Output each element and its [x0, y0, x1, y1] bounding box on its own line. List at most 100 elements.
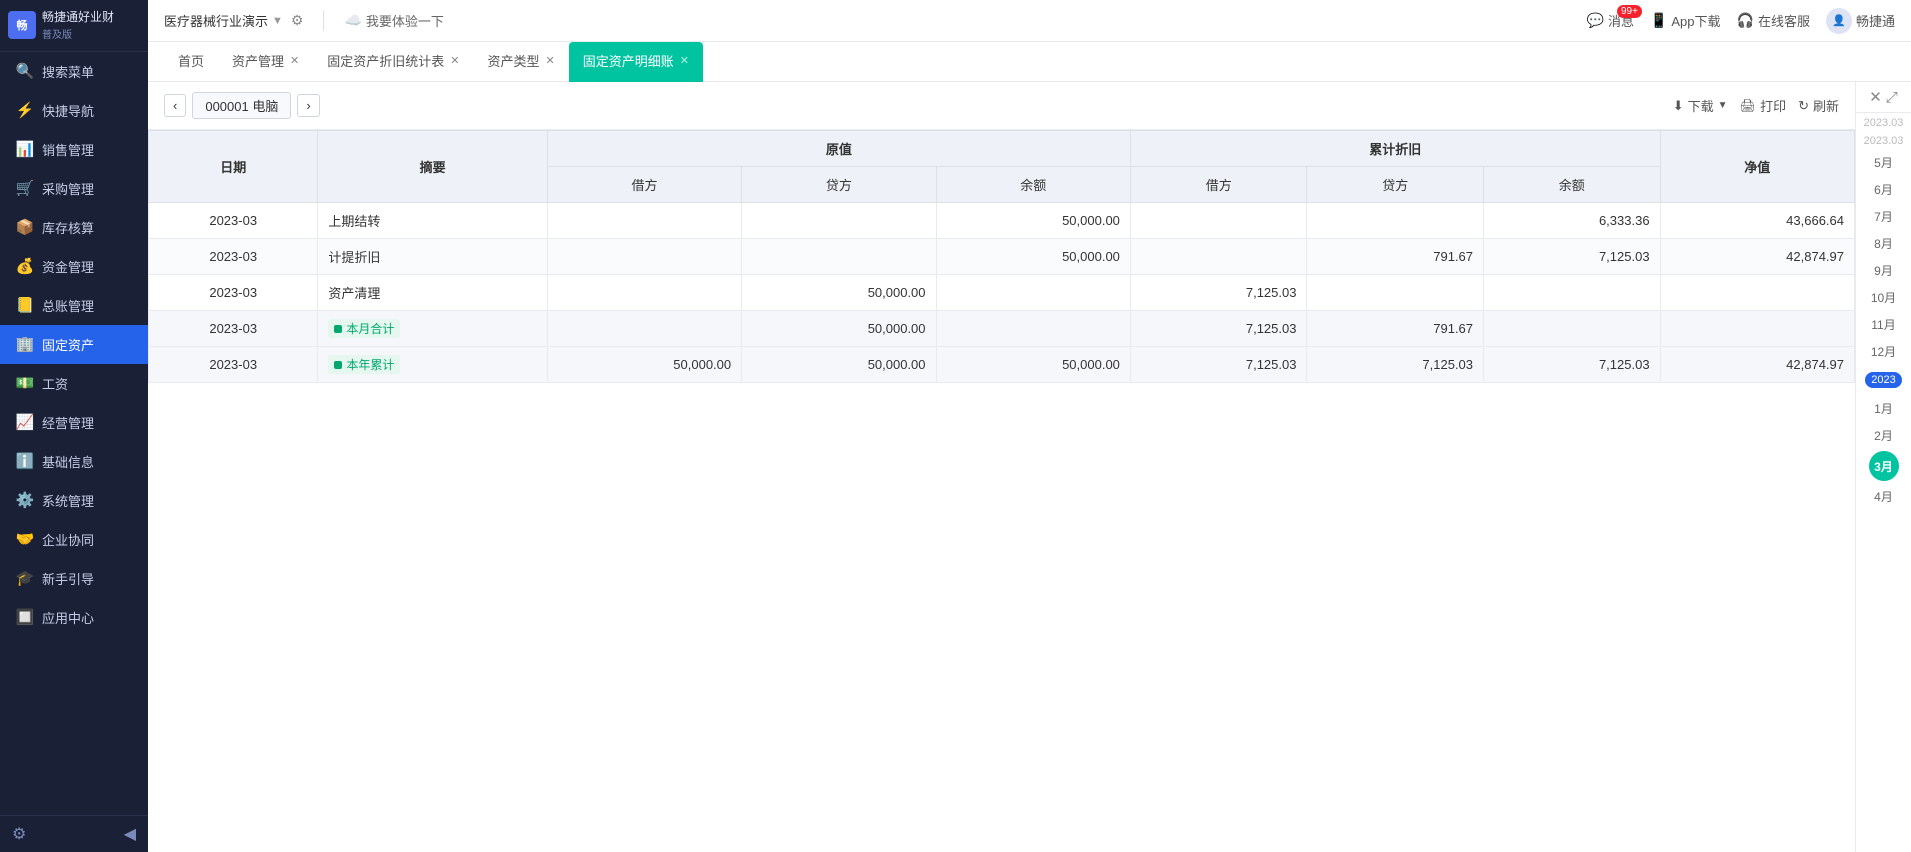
sidebar-item-funds[interactable]: 💰 资金管理 — [0, 247, 148, 286]
sidebar-item-bizmanage[interactable]: 📈 经营管理 — [0, 403, 148, 442]
table-row[interactable]: 2023-03 本年累计 50,000.00 50,000.00 50,000.… — [149, 347, 1855, 383]
tab-asset-type[interactable]: 资产类型 ✕ — [473, 42, 568, 82]
sidebar-item-quicknav[interactable]: ⚡ 快捷导航 — [0, 91, 148, 130]
td-accum-credit: 7,125.03 — [1307, 347, 1484, 383]
td-orig-credit: 50,000.00 — [742, 275, 936, 311]
purchase-icon: 🛒 — [16, 179, 34, 197]
ledger-table: 日期 摘要 原值 累计折旧 净值 借方 贷方 余额 借方 贷方 余额 — [148, 130, 1855, 383]
timeline-year-label-2: 2023.03 — [1856, 131, 1911, 149]
topbar-divider — [323, 11, 324, 31]
timeline-month-item[interactable]: 1月 — [1869, 395, 1899, 422]
print-icon: 🖨 — [1740, 98, 1757, 114]
sidebar-item-sysmanage[interactable]: ⚙️ 系统管理 — [0, 481, 148, 520]
timeline-month-item[interactable]: 7月 — [1871, 203, 1896, 230]
th-accum-balance: 余额 — [1484, 167, 1661, 203]
table-row[interactable]: 2023-03 计提折旧 50,000.00 791.67 7,125.03 4… — [149, 239, 1855, 275]
sales-icon: 📊 — [16, 140, 34, 158]
timeline-month-item[interactable]: 12月 — [1871, 338, 1896, 365]
collapse-icon[interactable]: ◀ — [124, 824, 136, 844]
sidebar-item-inventory[interactable]: 📦 库存核算 — [0, 208, 148, 247]
td-orig-credit — [742, 203, 936, 239]
sidebar-item-basicinfo[interactable]: ℹ️ 基础信息 — [0, 442, 148, 481]
td-orig-debit — [547, 275, 741, 311]
sidebar-item-label: 新手引导 — [42, 569, 94, 588]
td-accum-debit — [1130, 203, 1307, 239]
messages-btn[interactable]: 💬 消息 99+ — [1587, 11, 1634, 30]
sidebar-item-fixedasset[interactable]: 🏢 固定资产 — [0, 325, 148, 364]
td-summary: 计提折旧 — [318, 239, 547, 275]
tab-fixed-detail-close[interactable]: ✕ — [680, 54, 689, 67]
app-edition: 普及版 — [42, 26, 114, 41]
timeline-month-item[interactable]: 5月 — [1871, 149, 1896, 176]
table-row[interactable]: 2023-03 本月合计 50,000.00 7,125.03 791.67 — [149, 311, 1855, 347]
sidebar-item-search[interactable]: 🔍 搜索菜单 — [0, 52, 148, 91]
tab-fixed-dep-close[interactable]: ✕ — [450, 54, 459, 67]
th-accumulated: 累计折旧 — [1130, 131, 1660, 167]
tab-asset-mgmt-close[interactable]: ✕ — [290, 54, 299, 67]
sidebar-item-label: 搜索菜单 — [42, 62, 94, 81]
td-orig-balance: 50,000.00 — [936, 203, 1130, 239]
th-orig-debit: 借方 — [547, 167, 741, 203]
company-selector[interactable]: 医疗器械行业演示 ▼ ⚙ — [164, 11, 303, 30]
timeline-expand-btn[interactable]: ⤢ — [1886, 88, 1898, 106]
timeline-month-item[interactable]: 2月 — [1869, 422, 1899, 449]
user-profile[interactable]: 👤 畅捷通 — [1826, 8, 1895, 34]
sidebar-item-corp[interactable]: 🤝 企业协同 — [0, 520, 148, 559]
download-btn[interactable]: ⬇ 下载 ▼ — [1673, 96, 1728, 115]
timeline-month-item[interactable]: 6月 — [1871, 176, 1896, 203]
prev-asset-btn[interactable]: ‹ — [164, 94, 186, 117]
td-net — [1660, 275, 1854, 311]
th-accum-debit: 借方 — [1130, 167, 1307, 203]
timeline-month-item[interactable]: 9月 — [1871, 257, 1896, 284]
sidebar-item-sales[interactable]: 📊 销售管理 — [0, 130, 148, 169]
appstore-icon: 🔲 — [16, 608, 34, 626]
table-row[interactable]: 2023-03 上期结转 50,000.00 6,333.36 43,666.6… — [149, 203, 1855, 239]
timeline-month-item[interactable]: 4月 — [1869, 483, 1899, 510]
sidebar-item-ledger[interactable]: 📒 总账管理 — [0, 286, 148, 325]
td-orig-balance: 50,000.00 — [936, 239, 1130, 275]
td-accum-credit: 791.67 — [1307, 239, 1484, 275]
tab-asset-type-close[interactable]: ✕ — [546, 54, 555, 67]
sidebar-item-guide[interactable]: 🎓 新手引导 — [0, 559, 148, 598]
refresh-label: 刷新 — [1813, 96, 1839, 115]
settings-icon[interactable]: ⚙ — [12, 824, 26, 844]
timeline-close-btn[interactable]: ✕ — [1869, 88, 1882, 106]
timeline-year-label-1: 2023.03 — [1856, 113, 1911, 131]
ledger-table-wrap: 日期 摘要 原值 累计折旧 净值 借方 贷方 余额 借方 贷方 余额 — [148, 130, 1855, 852]
print-btn[interactable]: 🖨 打印 — [1740, 96, 1787, 115]
tab-asset-mgmt[interactable]: 资产管理 ✕ — [218, 42, 313, 82]
tab-fixed-detail[interactable]: 固定资产明细账 ✕ — [569, 42, 703, 82]
sidebar-item-purchase[interactable]: 🛒 采购管理 — [0, 169, 148, 208]
toolbar-actions: ⬇ 下载 ▼ 🖨 打印 ↻ 刷新 — [1673, 96, 1839, 115]
timeline-year-badge: 2023 — [1865, 372, 1901, 388]
td-net: 42,874.97 — [1660, 239, 1854, 275]
sidebar-item-appstore[interactable]: 🔲 应用中心 — [0, 598, 148, 637]
cloud-icon: ☁️ — [344, 12, 361, 29]
timeline-month-item[interactable]: 11月 — [1871, 311, 1896, 338]
fixedasset-icon: 🏢 — [16, 335, 34, 353]
table-row[interactable]: 2023-03 资产清理 50,000.00 7,125.03 — [149, 275, 1855, 311]
timeline-month-item[interactable]: 10月 — [1871, 284, 1896, 311]
ledger-nav: ‹ 000001 电脑 › — [164, 92, 320, 119]
timeline-month-item[interactable]: 3月 — [1869, 451, 1899, 481]
td-summary: 本年累计 — [318, 347, 547, 383]
settings-gear-icon[interactable]: ⚙ — [291, 12, 304, 29]
td-orig-debit — [547, 203, 741, 239]
td-date: 2023-03 — [149, 239, 318, 275]
search-icon: 🔍 — [16, 62, 34, 80]
refresh-btn[interactable]: ↻ 刷新 — [1798, 96, 1839, 115]
trial-experience[interactable]: ☁️ 我要体验一下 — [344, 11, 443, 30]
td-accum-debit: 7,125.03 — [1130, 347, 1307, 383]
td-accum-credit — [1307, 203, 1484, 239]
tab-fixed-depreciation[interactable]: 固定资产折旧统计表 ✕ — [313, 42, 473, 82]
sidebar-item-label: 采购管理 — [42, 179, 94, 198]
next-asset-btn[interactable]: › — [297, 94, 319, 117]
tab-home[interactable]: 首页 — [164, 42, 218, 82]
td-summary: 上期结转 — [318, 203, 547, 239]
message-icon: 💬 — [1587, 12, 1604, 29]
customer-service-btn[interactable]: 🎧 在线客服 — [1737, 11, 1810, 30]
app-download-btn[interactable]: 📱 App下载 — [1650, 11, 1721, 30]
sidebar-item-salary[interactable]: 💵 工资 — [0, 364, 148, 403]
avatar: 👤 — [1826, 8, 1852, 34]
timeline-month-item[interactable]: 8月 — [1871, 230, 1896, 257]
